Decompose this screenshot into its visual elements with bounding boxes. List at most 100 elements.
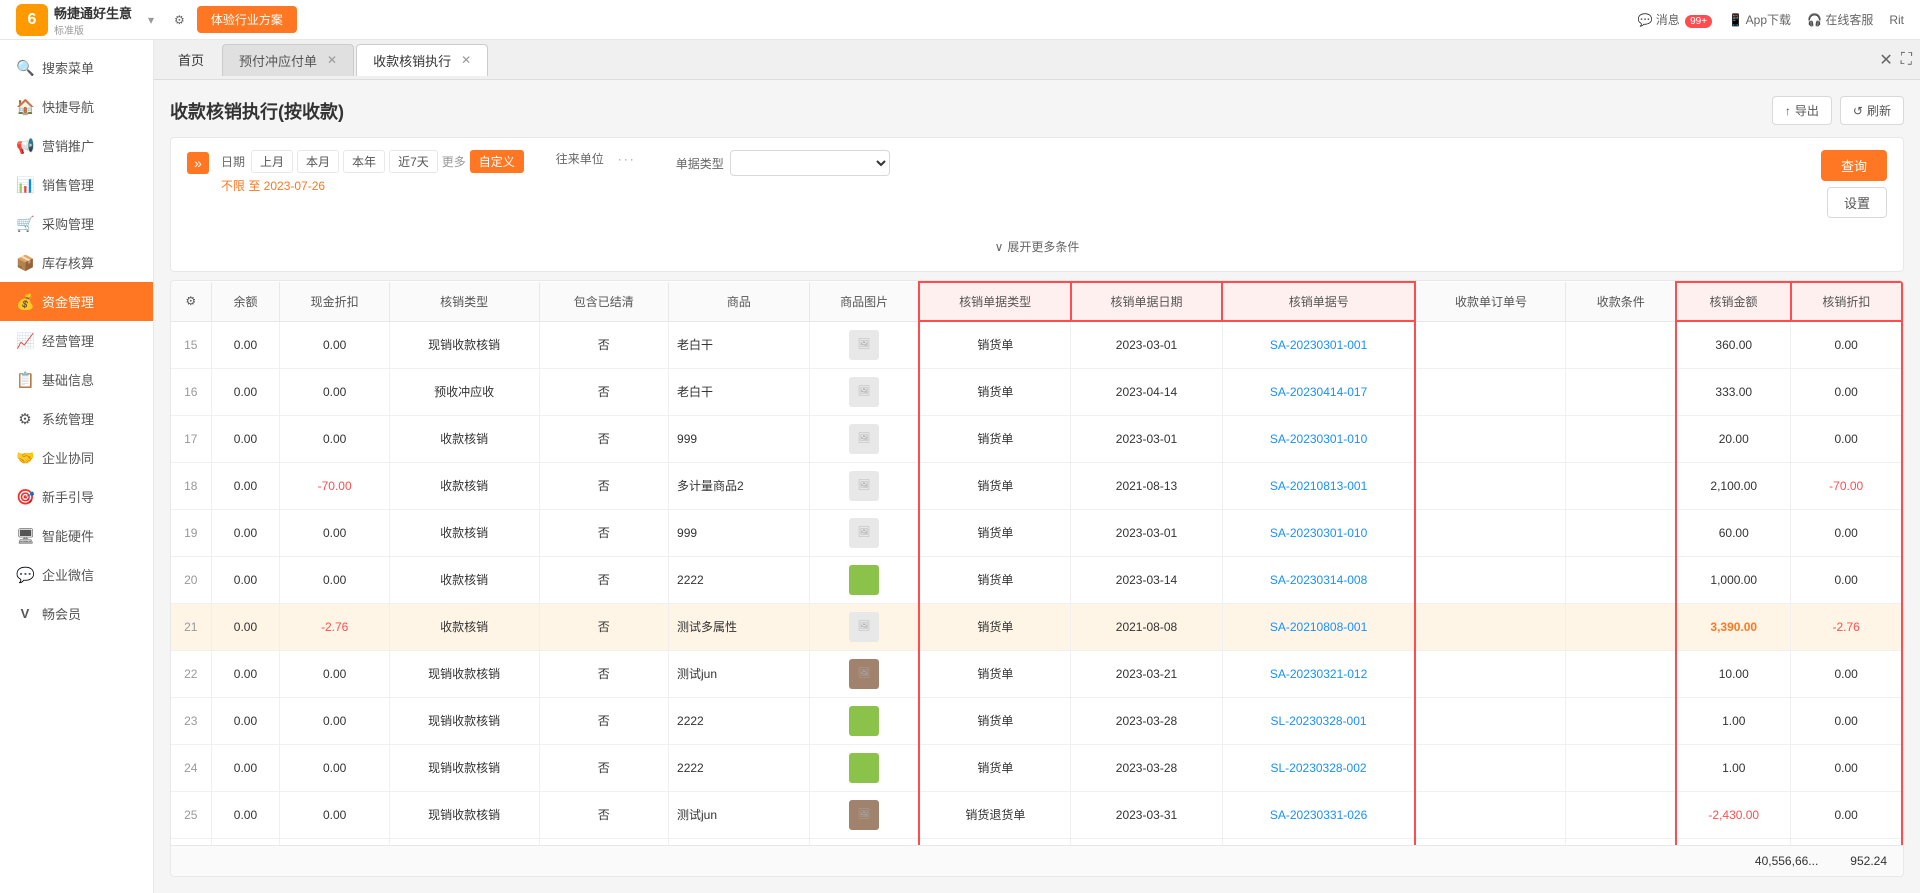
data-table: ⚙ 余额 现金折扣 核销类型 包含已结清 商品 商品图片 核销单据类型 核销单据… [171, 281, 1903, 845]
cell-goods: 999 [669, 415, 810, 462]
settings-icon[interactable]: ⚙ [174, 13, 185, 27]
content-area: 首页 预付冲应付单 ✕ 收款核销执行 ✕ ✕ ⛶ 收款核销执行(按收款) ↑ [154, 40, 1920, 893]
voucher-no-link[interactable]: SA-20230331-026 [1270, 808, 1367, 822]
cell-receipt-condition [1566, 650, 1676, 697]
cell-voucher-type: 销货单 [919, 462, 1070, 509]
tab-collection[interactable]: 收款核销执行 ✕ [356, 44, 488, 76]
enterprise-icon: 🤝 [16, 449, 34, 467]
table-row: 15 0.00 0.00 现销收款核销 否 老白干 🖼 销货单 2023-03-… [171, 321, 1902, 368]
voucher-no-link[interactable]: SA-20230314-008 [1270, 573, 1367, 587]
date-btn-custom[interactable]: 自定义 [470, 150, 524, 173]
cell-settled: 否 [539, 415, 669, 462]
cell-goods: 多计量商品2 [669, 462, 810, 509]
guide-icon: 🎯 [16, 488, 34, 506]
refresh-btn[interactable]: ↺ 刷新 [1840, 96, 1904, 125]
voucher-no-link[interactable]: SA-20210808-001 [1270, 620, 1367, 634]
cell-receipt-order-no [1415, 791, 1566, 838]
voucher-no-link[interactable]: SA-20230301-010 [1270, 432, 1367, 446]
tab-close-all-icon[interactable]: ✕ [1879, 50, 1892, 70]
cell-goods: 2222 [669, 556, 810, 603]
sidebar-item-guide[interactable]: 🎯 新手引导 [0, 477, 153, 516]
cell-write-off-amount: 60.00 [1676, 509, 1791, 556]
sidebar-item-finance[interactable]: 💰 资金管理 [0, 282, 153, 321]
sidebar-item-wechat[interactable]: 💬 企业微信 [0, 555, 153, 594]
cell-cash-discount: 0.00 [280, 697, 389, 744]
cell-write-off-amount: 1.00 [1676, 744, 1791, 791]
voucher-no-link[interactable]: SA-20230301-010 [1270, 526, 1367, 540]
expand-more-btn[interactable]: ∨ 展开更多条件 [995, 238, 1080, 255]
tab-collection-close-icon[interactable]: ✕ [461, 53, 471, 67]
table-scroll[interactable]: ⚙ 余额 现金折扣 核销类型 包含已结清 商品 商品图片 核销单据类型 核销单据… [171, 281, 1903, 845]
voucher-no-link[interactable]: SL-20230328-001 [1271, 714, 1367, 728]
cell-cash-discount: 0.00 [280, 509, 389, 556]
tab-fullscreen-icon[interactable]: ⛶ [1901, 51, 1912, 69]
sidebar-item-basicinfo[interactable]: 📋 基础信息 [0, 360, 153, 399]
sidebar-item-member[interactable]: V 畅会员 [0, 594, 153, 633]
row-num: 16 [171, 368, 211, 415]
sidebar-item-enterprise[interactable]: 🤝 企业协同 [0, 438, 153, 477]
cell-goods-image [809, 556, 919, 603]
tab-home[interactable]: 首页 [162, 44, 220, 76]
export-btn[interactable]: ↑ 导出 [1772, 96, 1832, 125]
industry-btn[interactable]: 体验行业方案 [197, 6, 297, 33]
cell-type: 收款核销 [389, 603, 539, 650]
cell-voucher-date: 2021-08-13 [1071, 462, 1222, 509]
setting-btn[interactable]: 设置 [1827, 187, 1887, 218]
sidebar-item-hardware[interactable]: 🖥 智能硬件 [0, 516, 153, 555]
cell-voucher-date: 2022-04-14 [1071, 838, 1222, 845]
cell-receipt-condition [1566, 697, 1676, 744]
cell-settled: 否 [539, 650, 669, 697]
date-btn-lastmonth[interactable]: 上月 [251, 150, 293, 173]
sidebar-item-search[interactable]: 🔍 搜索菜单 [0, 48, 153, 87]
query-btn[interactable]: 查询 [1821, 150, 1887, 181]
sidebar-item-marketing[interactable]: 📢 营销推广 [0, 126, 153, 165]
sidebar-item-sales[interactable]: 📊 销售管理 [0, 165, 153, 204]
online-service-btn[interactable]: 🎧 在线客服 [1807, 11, 1873, 28]
cell-receipt-order-no [1415, 650, 1566, 697]
cell-write-off-discount: -70.00 [1791, 462, 1902, 509]
cell-goods: 测试多属性 [669, 603, 810, 650]
date-btn-thisyear[interactable]: 本年 [343, 150, 385, 173]
sidebar-item-quicknav[interactable]: 🏠 快捷导航 [0, 87, 153, 126]
date-more-label[interactable]: 更多 [442, 153, 466, 170]
cell-balance: 0.00 [211, 744, 280, 791]
cell-receipt-condition [1566, 744, 1676, 791]
col-type: 核销类型 [389, 282, 539, 321]
sidebar-item-inventory[interactable]: 📦 库存核算 [0, 243, 153, 282]
cell-write-off-discount: 0.00 [1791, 368, 1902, 415]
sidebar-item-system[interactable]: ⚙ 系统管理 [0, 399, 153, 438]
voucher-no-link[interactable]: SA-20230321-012 [1270, 667, 1367, 681]
sidebar-item-purchase[interactable]: 🛒 采购管理 [0, 204, 153, 243]
cell-write-off-amount: 20.00 [1676, 838, 1791, 845]
cell-type: 预收款核销 [389, 838, 539, 845]
voucher-no-link[interactable]: SA-20230301-001 [1270, 338, 1367, 352]
logo-icon: 6 [16, 4, 48, 36]
cell-type: 现销收款核销 [389, 744, 539, 791]
user-name[interactable]: Rit [1889, 13, 1904, 27]
voucher-no-link[interactable]: SL-20230328-002 [1271, 761, 1367, 775]
voucher-no-link[interactable]: SA-20230414-017 [1270, 385, 1367, 399]
cell-voucher-date: 2023-03-14 [1071, 556, 1222, 603]
cell-receipt-condition [1566, 462, 1676, 509]
cell-cash-discount: 0.00 [280, 415, 389, 462]
cell-type: 收款核销 [389, 556, 539, 603]
logo-chevron-icon[interactable]: ▾ [148, 13, 154, 27]
voucher-type-select[interactable] [730, 150, 890, 176]
sidebar-item-business[interactable]: 📈 经营管理 [0, 321, 153, 360]
tab-prepay-close-icon[interactable]: ✕ [327, 53, 337, 67]
app-name: 畅捷通好生意 [54, 3, 132, 22]
col-gear: ⚙ [171, 282, 211, 321]
chevron-down-icon: ∨ [995, 240, 1004, 254]
sidebar-item-label: 新手引导 [42, 487, 94, 506]
date-btn-7days[interactable]: 近7天 [389, 150, 438, 173]
cell-receipt-condition [1566, 368, 1676, 415]
filter-collapse-btn[interactable]: » [187, 152, 209, 174]
messages-btn[interactable]: 💬 消息 99+ [1637, 11, 1712, 28]
tab-prepay[interactable]: 预付冲应付单 ✕ [222, 44, 354, 76]
export-icon: ↑ [1785, 104, 1791, 118]
app-download-btn[interactable]: 📱 App下载 [1728, 11, 1791, 28]
table-row: 17 0.00 0.00 收款核销 否 999 🖼 销货单 2023-03-01… [171, 415, 1902, 462]
marketing-icon: 📢 [16, 137, 34, 155]
voucher-no-link[interactable]: SA-20210813-001 [1270, 479, 1367, 493]
date-btn-thismonth[interactable]: 本月 [297, 150, 339, 173]
